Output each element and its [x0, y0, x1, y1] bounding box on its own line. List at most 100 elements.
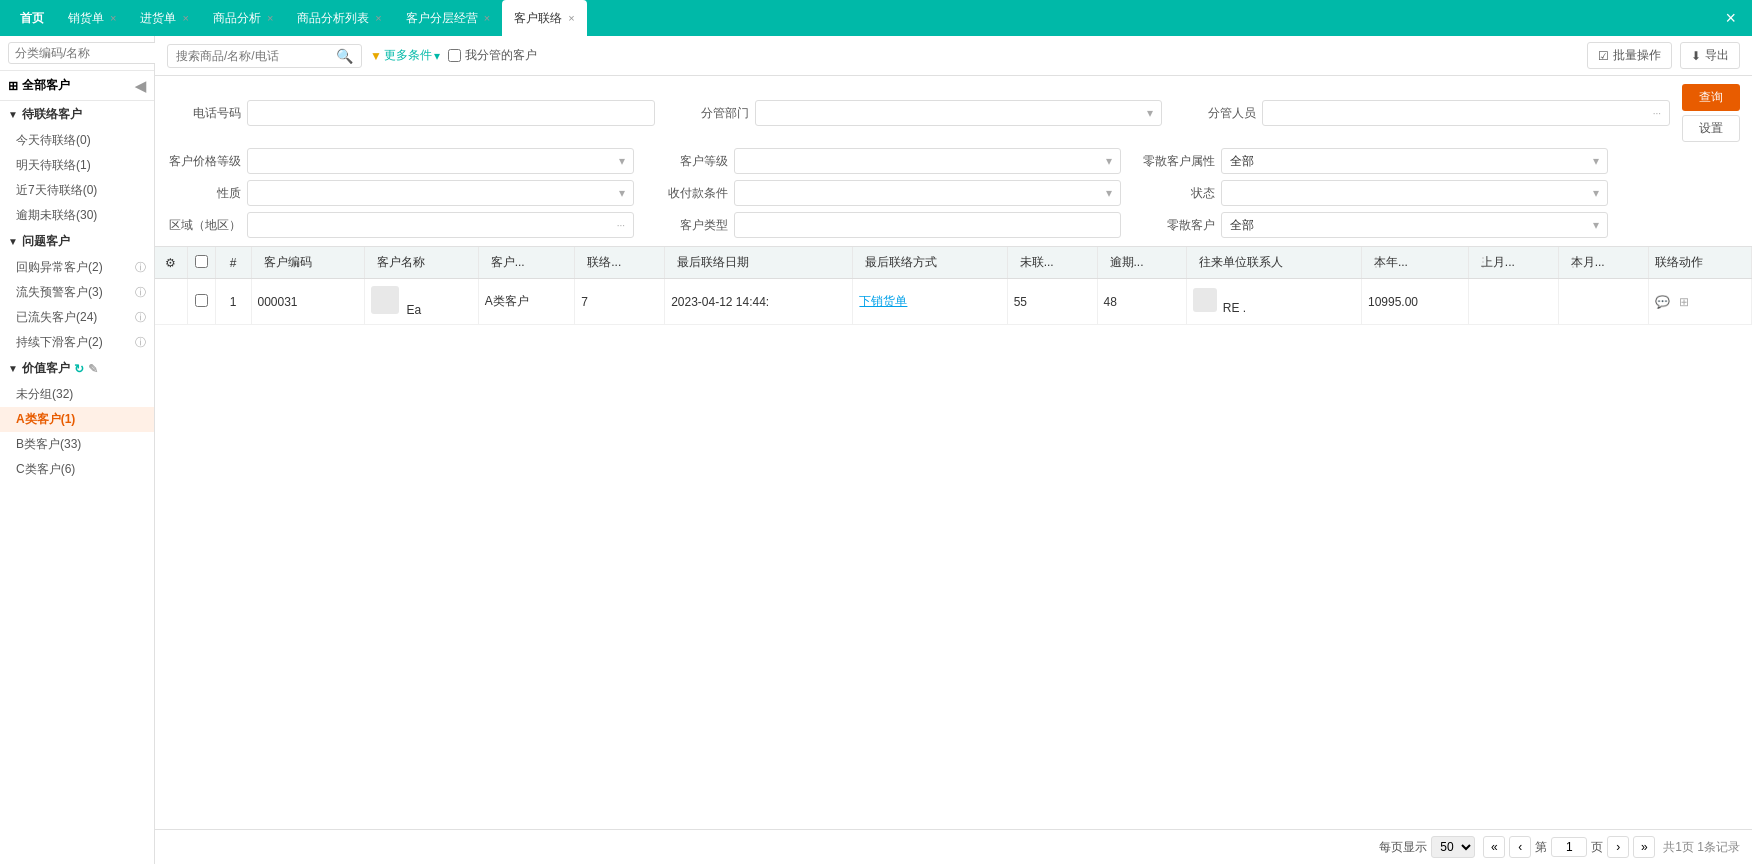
sidebar-item-warn[interactable]: 流失预警客户(3) ⓘ: [0, 280, 154, 305]
chevron-down-icon: ▾: [434, 49, 440, 63]
td-checkbox[interactable]: [187, 279, 215, 325]
select-all-checkbox[interactable]: [195, 255, 208, 268]
adv-select-retail-attr[interactable]: 全部 ▾: [1221, 148, 1608, 174]
sidebar-group-value-header[interactable]: ▼ 价值客户 ↻ ✎: [0, 355, 154, 382]
next-page-btn[interactable]: ›: [1607, 836, 1629, 858]
adv-select-cust-level[interactable]: ▾: [734, 148, 1121, 174]
tab-customer-tier-close[interactable]: ×: [484, 12, 490, 24]
adv-select-price-level[interactable]: ▾: [247, 148, 634, 174]
last-method-link[interactable]: 下销货单: [859, 294, 907, 308]
adv-field-cust-level: 客户等级 ▾: [654, 148, 1121, 174]
sidebar-item-overdue[interactable]: 逾期未联络(30): [0, 203, 154, 228]
tab-purchase-close[interactable]: ×: [182, 12, 188, 24]
sidebar-item-tomorrow[interactable]: 明天待联络(1): [0, 153, 154, 178]
query-btn[interactable]: 查询: [1682, 84, 1740, 111]
sidebar-item-decline[interactable]: 持续下滑客户(2) ⓘ: [0, 330, 154, 355]
chevron-price-icon: ▾: [619, 154, 625, 168]
sidebar-item-today[interactable]: 今天待联络(0): [0, 128, 154, 153]
sidebar-item-ungroup[interactable]: 未分组(32): [0, 382, 154, 407]
info-icon: ⓘ: [135, 260, 146, 275]
adv-row-2: 客户价格等级 ▾ 客户等级 ▾ 零散客户属性: [167, 148, 1740, 174]
row-checkbox[interactable]: [195, 294, 208, 307]
chat-icon[interactable]: 💬: [1655, 295, 1670, 309]
footer-total: 共1页 1条记录: [1663, 839, 1740, 856]
tab-purchase-label: 进货单: [140, 10, 176, 27]
sidebar-item-tomorrow-label: 明天待联络(1): [16, 157, 146, 174]
adv-row-1: 电话号码 分管部门 ▾ 分管人员 ···: [167, 84, 1740, 142]
th-checkbox[interactable]: [187, 247, 215, 279]
tab-customer-contact-close[interactable]: ×: [568, 12, 574, 24]
sidebar-item-a-class[interactable]: A类客户(1): [0, 407, 154, 432]
adv-select-retail[interactable]: 全部 ▾: [1221, 212, 1608, 238]
nav-close-all[interactable]: ×: [1717, 8, 1744, 29]
tab-goods-list[interactable]: 商品分析列表 ×: [285, 0, 393, 36]
qr-icon[interactable]: ⊞: [1679, 295, 1689, 309]
page-input[interactable]: [1551, 837, 1587, 857]
search-icon[interactable]: 🔍: [336, 48, 353, 64]
tab-sales[interactable]: 销货单 ×: [56, 0, 128, 36]
sidebar-group-pending-header[interactable]: ▼ 待联络客户: [0, 101, 154, 128]
td-name-text: Ea: [406, 303, 421, 317]
td-gear: [155, 279, 187, 325]
sidebar-item-7days-label: 近7天待联络(0): [16, 182, 146, 199]
td-last-month: [1468, 279, 1558, 325]
first-page-btn[interactable]: «: [1483, 836, 1505, 858]
edit-icon[interactable]: ✎: [88, 362, 98, 376]
table-footer: 每页显示 50 « ‹ 第 页 › » 共1页 1条记录: [155, 829, 1752, 864]
adv-label-region: 区域（地区）: [167, 217, 247, 234]
adv-select-payment[interactable]: ▾: [734, 180, 1121, 206]
tab-customer-tier[interactable]: 客户分层经营 ×: [394, 0, 502, 36]
adv-input-phone[interactable]: [247, 100, 655, 126]
adv-field-nature: 性质 ▾: [167, 180, 634, 206]
filter-search-input[interactable]: [176, 49, 336, 63]
sidebar-item-a-class-label: A类客户(1): [16, 411, 146, 428]
dots-region-icon: ···: [617, 220, 625, 231]
sidebar-collapse-icon[interactable]: ◀: [135, 78, 146, 94]
sidebar-item-abnormal[interactable]: 回购异常客户(2) ⓘ: [0, 255, 154, 280]
info-icon4: ⓘ: [135, 335, 146, 350]
sidebar-item-lost[interactable]: 已流失客户(24) ⓘ: [0, 305, 154, 330]
batch-operation-btn[interactable]: ☑ 批量操作: [1587, 42, 1672, 69]
tab-goods-list-label: 商品分析列表: [297, 10, 369, 27]
export-btn[interactable]: ⬇ 导出: [1680, 42, 1740, 69]
sidebar-item-7days[interactable]: 近7天待联络(0): [0, 178, 154, 203]
tab-customer-tier-label: 客户分层经营: [406, 10, 478, 27]
arrow-down-icon2: ▼: [8, 236, 18, 247]
th-seq: #: [215, 247, 251, 279]
adv-select-nature[interactable]: ▾: [247, 180, 634, 206]
tab-goods-analysis[interactable]: 商品分析 ×: [201, 0, 285, 36]
adv-label-cust-level: 客户等级: [654, 153, 734, 170]
filter-search-area: 🔍: [167, 44, 362, 68]
adv-select-dept[interactable]: ▾: [755, 100, 1163, 126]
tab-customer-contact[interactable]: 客户联络 ×: [502, 0, 586, 36]
adv-select-status[interactable]: ▾: [1221, 180, 1608, 206]
tab-sales-close[interactable]: ×: [110, 12, 116, 24]
adv-input-manager[interactable]: ···: [1262, 100, 1670, 126]
sidebar-search-input[interactable]: [8, 42, 172, 64]
tab-home[interactable]: 首页: [8, 0, 56, 36]
per-page-select[interactable]: 50: [1431, 836, 1475, 858]
sidebar-item-b-class[interactable]: B类客户(33): [0, 432, 154, 457]
adv-label-payment: 收付款条件: [654, 185, 734, 202]
td-last-method[interactable]: 下销货单: [853, 279, 1007, 325]
refresh-icon[interactable]: ↻: [74, 362, 84, 376]
filter-more-btn[interactable]: ▼ 更多条件 ▾: [370, 47, 440, 64]
settings-btn[interactable]: 设置: [1682, 115, 1740, 142]
th-name: ⋮客户名称: [365, 247, 479, 279]
tab-purchase[interactable]: 进货单 ×: [128, 0, 200, 36]
adv-label-cust-type: 客户类型: [654, 217, 734, 234]
adv-field-cust-type: 客户类型: [654, 212, 1121, 238]
adv-input-region[interactable]: ···: [247, 212, 634, 238]
my-customer-checkbox[interactable]: [448, 49, 461, 62]
prev-page-btn[interactable]: ‹: [1509, 836, 1531, 858]
tab-goods-list-close[interactable]: ×: [375, 12, 381, 24]
last-page-btn[interactable]: »: [1633, 836, 1655, 858]
adv-field-payment: 收付款条件 ▾: [654, 180, 1121, 206]
th-gear[interactable]: ⚙: [155, 247, 187, 279]
sidebar-group-problem-header[interactable]: ▼ 问题客户: [0, 228, 154, 255]
sidebar-item-c-class[interactable]: C类客户(6): [0, 457, 154, 482]
chevron-cust-level-icon: ▾: [1106, 154, 1112, 168]
sidebar-search-area: 🔍: [0, 36, 154, 71]
adv-input-cust-type[interactable]: [734, 212, 1121, 238]
tab-goods-analysis-close[interactable]: ×: [267, 12, 273, 24]
